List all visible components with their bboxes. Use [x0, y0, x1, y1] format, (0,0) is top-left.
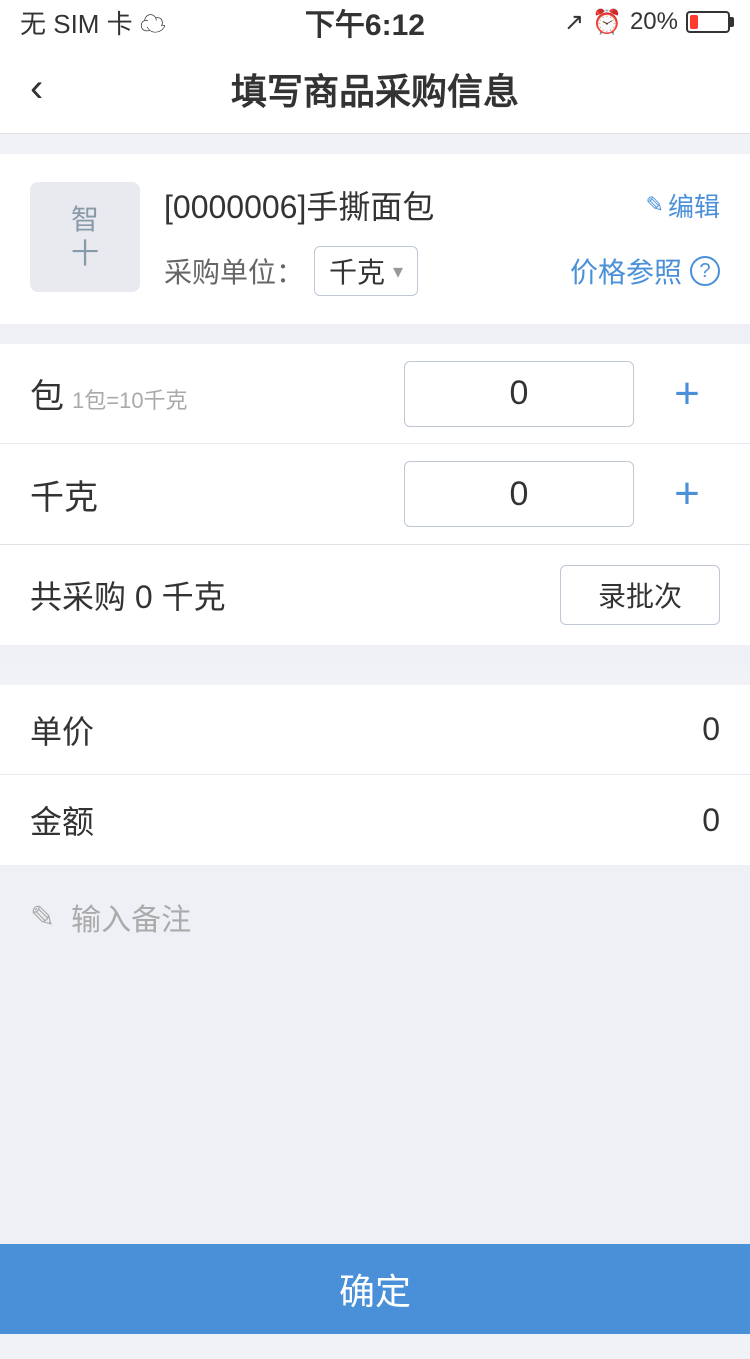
- product-card: 智 十 [0000006]手撕面包 ✎ 编辑 采购单位： 千克 ▾: [0, 154, 750, 324]
- unit-label: 采购单位：: [164, 251, 304, 291]
- notes-icon: ✎: [30, 900, 55, 935]
- kg-quantity-row: 千克 0 +: [0, 444, 750, 544]
- bag-input-field: 0 +: [190, 361, 720, 427]
- status-left: 无 SIM 卡 ☁: [20, 4, 166, 41]
- kg-label: 千克: [30, 470, 190, 519]
- amount-label: 金额: [30, 797, 94, 843]
- price-ref-button[interactable]: 价格参照 ?: [570, 251, 720, 291]
- kg-quantity-input[interactable]: 0: [404, 461, 634, 527]
- edit-label: 编辑: [668, 187, 720, 224]
- alarm-icon: ⏰: [592, 8, 622, 37]
- page-title: 填写商品采购信息: [231, 63, 519, 115]
- notes-section[interactable]: ✎ 输入备注: [0, 865, 750, 969]
- product-info: [0000006]手撕面包 ✎ 编辑 采购单位： 千克 ▾ 价格参照 ?: [164, 182, 720, 296]
- unit-select[interactable]: 千克 ▾: [314, 246, 418, 296]
- nav-bar: ‹ 填写商品采购信息: [0, 44, 750, 134]
- total-label: 共采购 0 千克: [30, 572, 226, 618]
- empty-space: [0, 969, 750, 1269]
- section-divider-1: [0, 324, 750, 344]
- amount-value: 0: [702, 802, 720, 839]
- unit-chevron-icon: ▾: [393, 259, 403, 284]
- kg-plus-button[interactable]: +: [654, 461, 720, 527]
- notes-input[interactable]: 输入备注: [71, 895, 191, 939]
- unit-price-value: 0: [702, 711, 720, 748]
- price-ref-info-icon: ?: [690, 256, 720, 286]
- section-divider-3: [0, 645, 750, 665]
- unit-price-label: 单价: [30, 707, 94, 753]
- product-name: [0000006]手撕面包: [164, 182, 434, 228]
- product-name-row: [0000006]手撕面包 ✎ 编辑: [164, 182, 720, 228]
- edit-icon: ✎: [646, 192, 664, 218]
- status-right: ↗ ⏰ 20%: [564, 8, 730, 37]
- total-row: 共采购 0 千克 录批次: [0, 545, 750, 645]
- bag-quantity-input[interactable]: 0: [404, 361, 634, 427]
- location-icon: ↗: [564, 8, 584, 37]
- price-ref-label: 价格参照: [570, 251, 682, 291]
- battery-icon: [686, 11, 730, 33]
- sim-status: 无 SIM 卡 ☁: [20, 4, 166, 41]
- bag-quantity-row: 包1包=10千克 0 +: [0, 344, 750, 444]
- unit-price-row: 单价 0: [0, 685, 750, 775]
- kg-input-field: 0 +: [190, 461, 720, 527]
- status-bar: 无 SIM 卡 ☁ 下午6:12 ↗ ⏰ 20%: [0, 0, 750, 44]
- status-time: 下午6:12: [305, 0, 425, 44]
- product-image: 智 十: [30, 182, 140, 292]
- bag-plus-button[interactable]: +: [654, 361, 720, 427]
- unit-value: 千克: [329, 251, 385, 291]
- back-button[interactable]: ‹: [30, 66, 43, 111]
- price-section: 单价 0 金额 0: [0, 685, 750, 865]
- bag-sublabel: 1包=10千克: [72, 388, 188, 413]
- quantity-section: 包1包=10千克 0 + 千克 0 +: [0, 344, 750, 544]
- amount-row: 金额 0: [0, 775, 750, 865]
- battery-percent: 20%: [630, 8, 678, 36]
- bag-label: 包1包=10千克: [30, 369, 190, 418]
- product-logo: 智 十: [71, 203, 99, 270]
- edit-button[interactable]: ✎ 编辑: [646, 187, 720, 224]
- confirm-button[interactable]: 确定: [0, 1244, 750, 1334]
- product-unit-row: 采购单位： 千克 ▾ 价格参照 ?: [164, 246, 720, 296]
- batch-button[interactable]: 录批次: [560, 565, 720, 625]
